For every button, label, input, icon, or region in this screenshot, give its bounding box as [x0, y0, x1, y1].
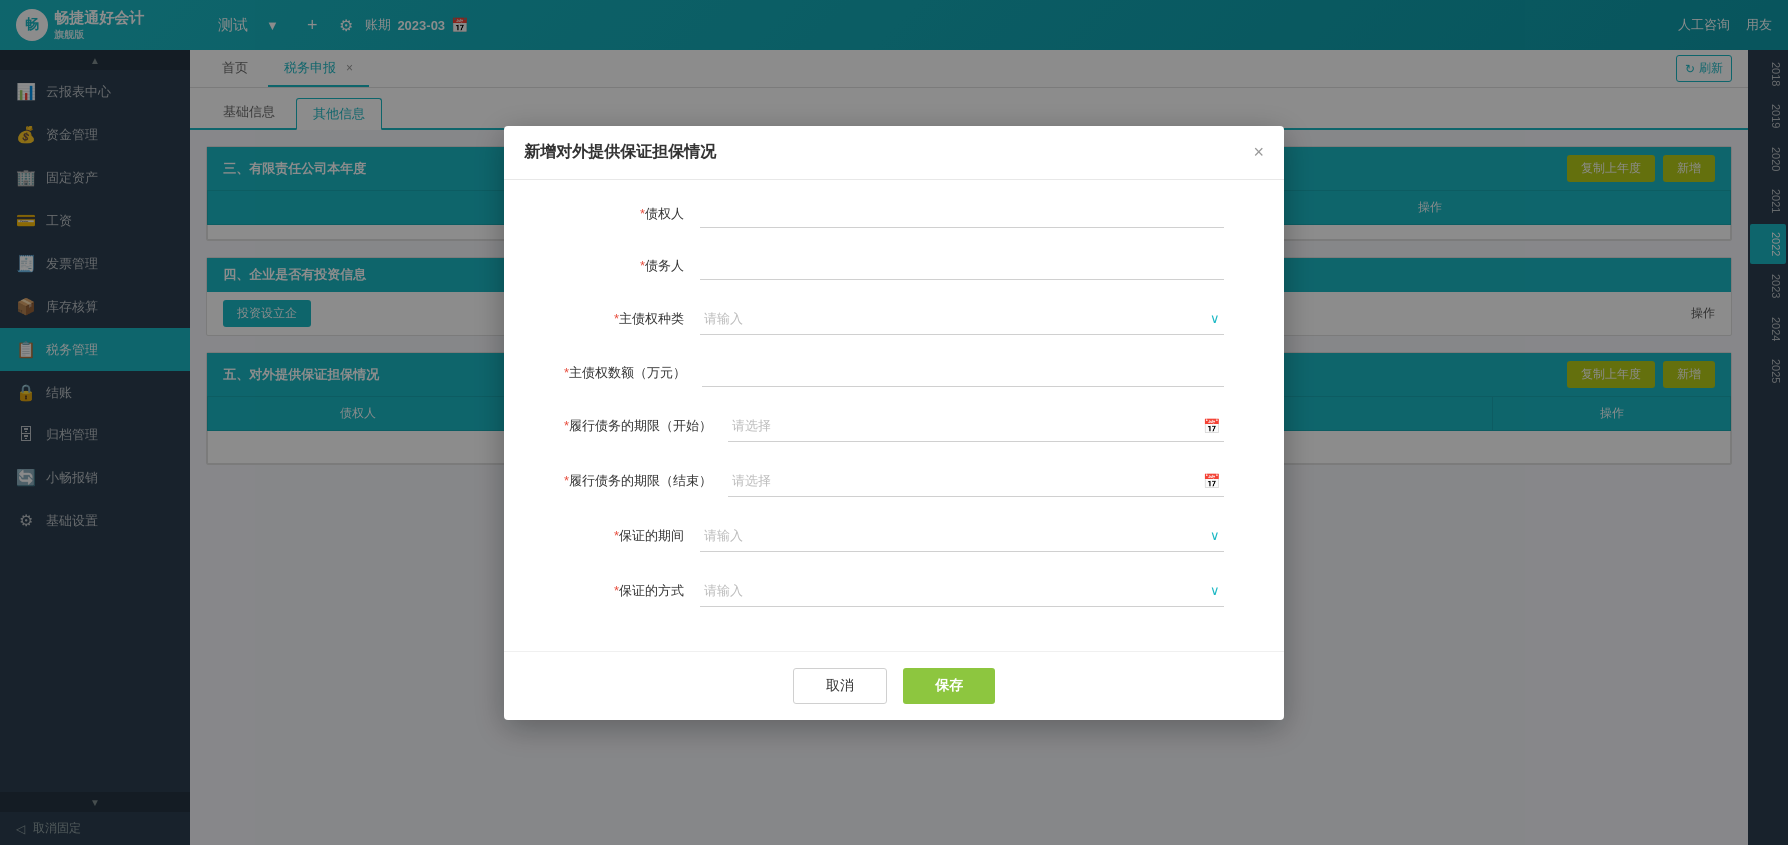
dialog: 新增对外提供保证担保情况 × *债权人 *债务人: [504, 126, 1284, 720]
modal-overlay: 新增对外提供保证担保情况 × *债权人 *债务人: [0, 0, 1788, 845]
form-row-end-date: *履行债务的期限（结束） 请选择 📅: [564, 466, 1224, 497]
save-button[interactable]: 保存: [903, 668, 995, 704]
label-guarantee-method: *保证的方式: [564, 582, 684, 600]
form-row-debtor: *债务人: [564, 252, 1224, 280]
form-row-creditor: *债权人: [564, 200, 1224, 228]
form-row-debt-amount: *主债权数额（万元）: [564, 359, 1224, 387]
cancel-button[interactable]: 取消: [793, 668, 887, 704]
label-guarantee-period: *保证的期间: [564, 527, 684, 545]
select-debt-type[interactable]: 请输入 ∨: [700, 304, 1224, 335]
form-row-debt-type: *主债权种类 请输入 ∨: [564, 304, 1224, 335]
dialog-close-btn[interactable]: ×: [1253, 143, 1264, 161]
start-date-placeholder: 请选择: [732, 417, 1199, 435]
datepicker-start[interactable]: 请选择 📅: [728, 411, 1224, 442]
form-row-start-date: *履行债务的期限（开始） 请选择 📅: [564, 411, 1224, 442]
dialog-footer: 取消 保存: [504, 651, 1284, 720]
dialog-body: *债权人 *债务人 *主债权种类 请输入: [504, 180, 1284, 651]
guarantee-period-placeholder: 请输入: [704, 527, 1206, 545]
datepicker-end[interactable]: 请选择 📅: [728, 466, 1224, 497]
input-debtor[interactable]: [700, 252, 1224, 280]
label-creditor: *债权人: [564, 205, 684, 223]
label-debt-type: *主债权种类: [564, 310, 684, 328]
dialog-scroll-area: *债权人 *债务人 *主债权种类 请输入: [504, 180, 1284, 651]
form-row-guarantee-period: *保证的期间 请输入 ∨: [564, 521, 1224, 552]
label-end-date: *履行债务的期限（结束）: [564, 472, 712, 490]
calendar-end-icon: 📅: [1203, 473, 1220, 489]
select-guarantee-method[interactable]: 请输入 ∨: [700, 576, 1224, 607]
end-date-placeholder: 请选择: [732, 472, 1199, 490]
chevron-down-method-icon: ∨: [1210, 583, 1220, 598]
chevron-down-period-icon: ∨: [1210, 528, 1220, 543]
select-guarantee-period[interactable]: 请输入 ∨: [700, 521, 1224, 552]
form-row-guarantee-method: *保证的方式 请输入 ∨: [564, 576, 1224, 607]
input-debt-amount[interactable]: [702, 359, 1224, 387]
label-debtor: *债务人: [564, 257, 684, 275]
label-start-date: *履行债务的期限（开始）: [564, 417, 712, 435]
label-debt-amount: *主债权数额（万元）: [564, 364, 686, 382]
chevron-down-icon: ∨: [1210, 311, 1220, 326]
dialog-title: 新增对外提供保证担保情况: [524, 142, 716, 163]
guarantee-method-placeholder: 请输入: [704, 582, 1206, 600]
debt-type-placeholder: 请输入: [704, 310, 1206, 328]
calendar-start-icon: 📅: [1203, 418, 1220, 434]
input-creditor[interactable]: [700, 200, 1224, 228]
dialog-header: 新增对外提供保证担保情况 ×: [504, 126, 1284, 180]
